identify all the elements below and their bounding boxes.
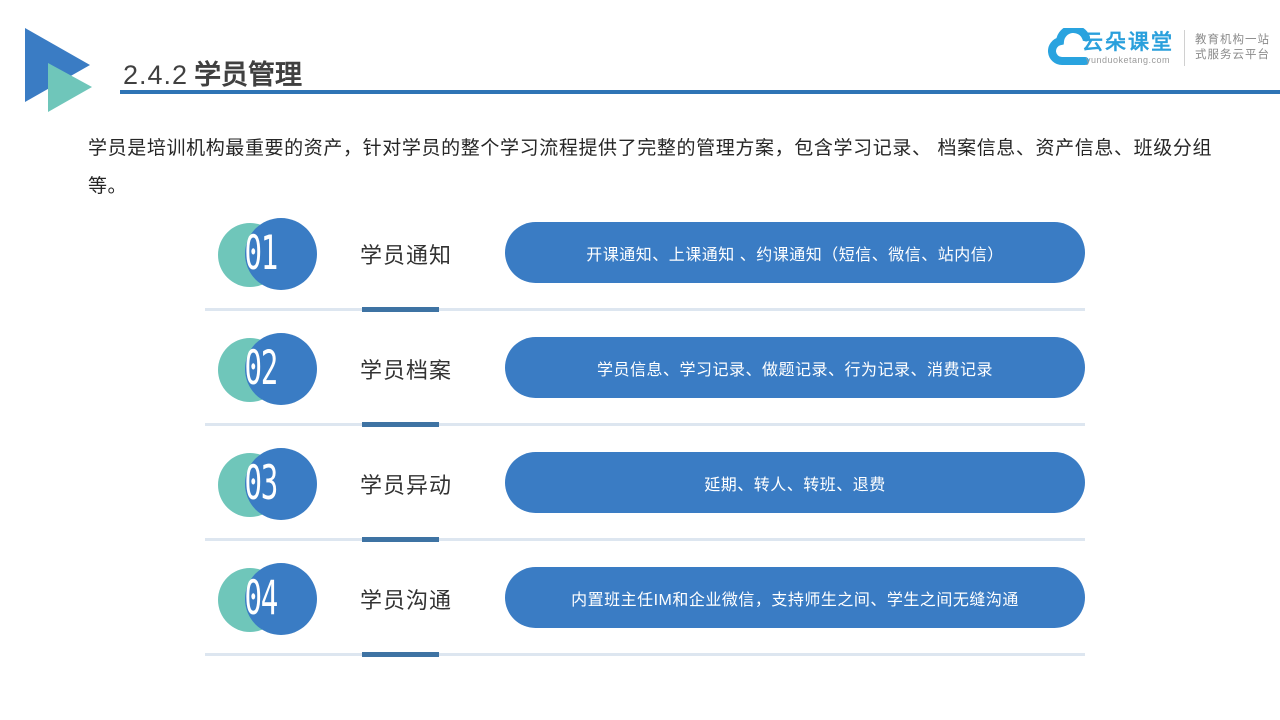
brand-slogan: 教育机构一站 式服务云平台 [1195, 33, 1270, 63]
description-pill: 开课通知、上课通知 、约课通知（短信、微信、站内信） [505, 222, 1085, 283]
intro-paragraph: 学员是培训机构最重要的资产，针对学员的整个学习流程提供了完整的管理方案，包含学习… [88, 130, 1212, 206]
row-divider [205, 653, 1085, 656]
list-item-notify: 01 学员通知 开课通知、上课通知 、约课通知（短信、微信、站内信） [205, 196, 1085, 311]
triangle-icon [22, 26, 97, 116]
badge-number: 03 [245, 457, 276, 511]
corner-triangles-logo [22, 26, 97, 116]
number-badge: 03 [205, 446, 315, 520]
description-pill: 内置班主任IM和企业微信，支持师生之间、学生之间无缝沟通 [505, 567, 1085, 628]
logo-divider [1184, 30, 1185, 66]
number-badge: 04 [205, 561, 315, 635]
brand-logo: 云朵课堂 yunduoketang.com 教育机构一站 式服务云平台 [1048, 28, 1270, 68]
divider-accent [362, 652, 439, 657]
badge-number: 01 [245, 227, 276, 281]
description-pill: 延期、转人、转班、退费 [505, 452, 1085, 513]
brand-name: 云朵课堂 [1082, 32, 1174, 54]
list-item-communicate: 04 学员沟通 内置班主任IM和企业微信，支持师生之间、学生之间无缝沟通 [205, 541, 1085, 656]
title-underline [120, 90, 1280, 94]
list-item-change: 03 学员异动 延期、转人、转班、退费 [205, 426, 1085, 541]
page-title: 2.4.2学员管理 [123, 53, 302, 92]
badge-number: 04 [245, 572, 276, 626]
row-label: 学员通知 [360, 196, 490, 311]
title-text: 学员管理 [194, 60, 302, 90]
row-label: 学员档案 [360, 311, 490, 426]
brand-text: 云朵课堂 yunduoketang.com [1082, 32, 1174, 65]
list-item-archive: 02 学员档案 学员信息、学习记录、做题记录、行为记录、消费记录 [205, 311, 1085, 426]
row-label: 学员沟通 [360, 541, 490, 656]
badge-number: 02 [245, 342, 276, 396]
number-badge: 01 [205, 216, 315, 290]
description-pill: 学员信息、学习记录、做题记录、行为记录、消费记录 [505, 337, 1085, 398]
brand-domain: yunduoketang.com [1086, 55, 1170, 65]
number-badge: 02 [205, 331, 315, 405]
feature-list: 01 学员通知 开课通知、上课通知 、约课通知（短信、微信、站内信） 02 学员… [205, 196, 1085, 656]
row-label: 学员异动 [360, 426, 490, 541]
section-number: 2.4.2 [123, 60, 188, 90]
